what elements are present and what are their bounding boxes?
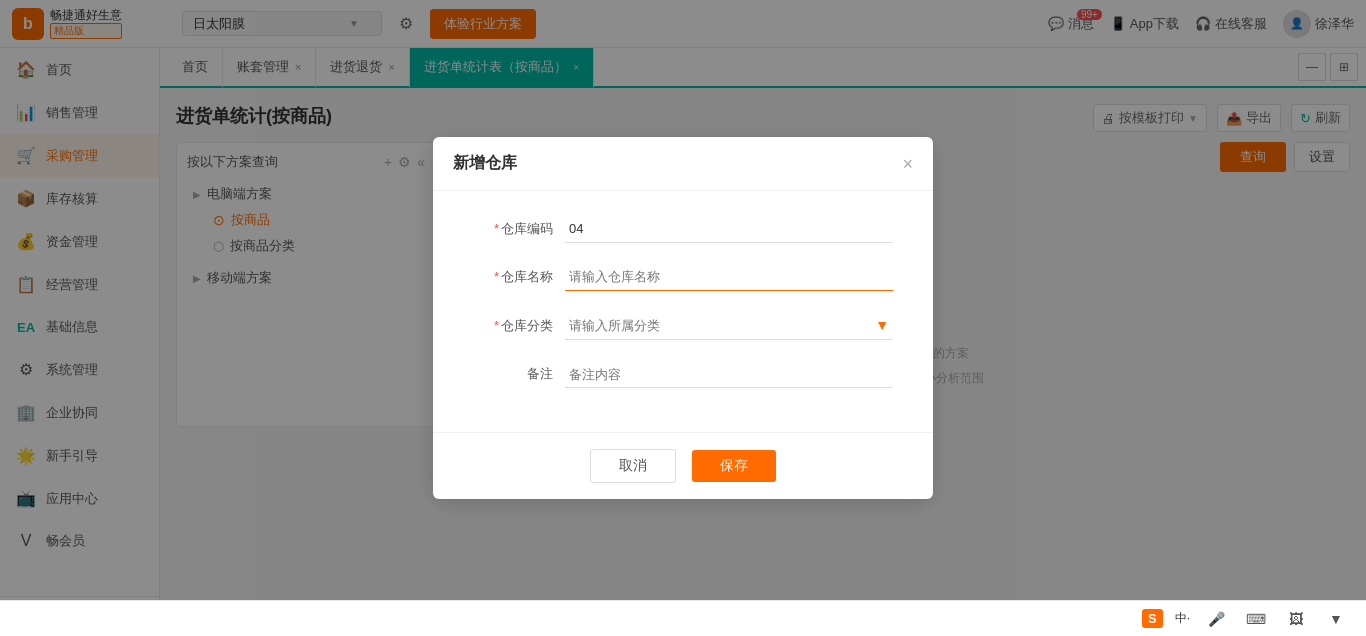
modal-header: 新增仓库 × [433, 137, 933, 191]
category-label: 仓库分类 [473, 317, 553, 335]
modal-overlay[interactable]: 新增仓库 × 仓库编码 仓库名称 仓库分类 ▼ [0, 0, 1366, 636]
form-row-name: 仓库名称 [473, 263, 893, 291]
category-select-wrap[interactable]: ▼ [565, 311, 893, 340]
bottom-bar: S 中· 🎤 ⌨ 🖼 ▼ [0, 600, 1366, 636]
code-input[interactable] [565, 215, 893, 243]
name-input[interactable] [565, 263, 893, 291]
modal-body: 仓库编码 仓库名称 仓库分类 ▼ 备注 [433, 191, 933, 432]
modal-close-button[interactable]: × [902, 155, 913, 173]
category-dropdown-arrow: ▼ [875, 317, 889, 333]
form-row-code: 仓库编码 [473, 215, 893, 243]
name-label: 仓库名称 [473, 268, 553, 286]
image-icon[interactable]: 🖼 [1282, 605, 1310, 633]
save-button[interactable]: 保存 [692, 450, 776, 482]
note-input[interactable] [565, 360, 893, 388]
new-warehouse-modal: 新增仓库 × 仓库编码 仓库名称 仓库分类 ▼ [433, 137, 933, 499]
form-row-category: 仓库分类 ▼ [473, 311, 893, 340]
form-row-note: 备注 [473, 360, 893, 388]
category-select-input[interactable] [569, 318, 875, 333]
modal-footer: 取消 保存 [433, 432, 933, 499]
s-logo: S [1142, 609, 1163, 628]
language-indicator: 中· [1175, 610, 1190, 627]
note-label: 备注 [473, 365, 553, 383]
chevron-down-icon[interactable]: ▼ [1322, 605, 1350, 633]
keyboard-icon[interactable]: ⌨ [1242, 605, 1270, 633]
code-label: 仓库编码 [473, 220, 553, 238]
modal-title: 新增仓库 [453, 153, 517, 174]
microphone-icon[interactable]: 🎤 [1202, 605, 1230, 633]
cancel-button[interactable]: 取消 [590, 449, 676, 483]
